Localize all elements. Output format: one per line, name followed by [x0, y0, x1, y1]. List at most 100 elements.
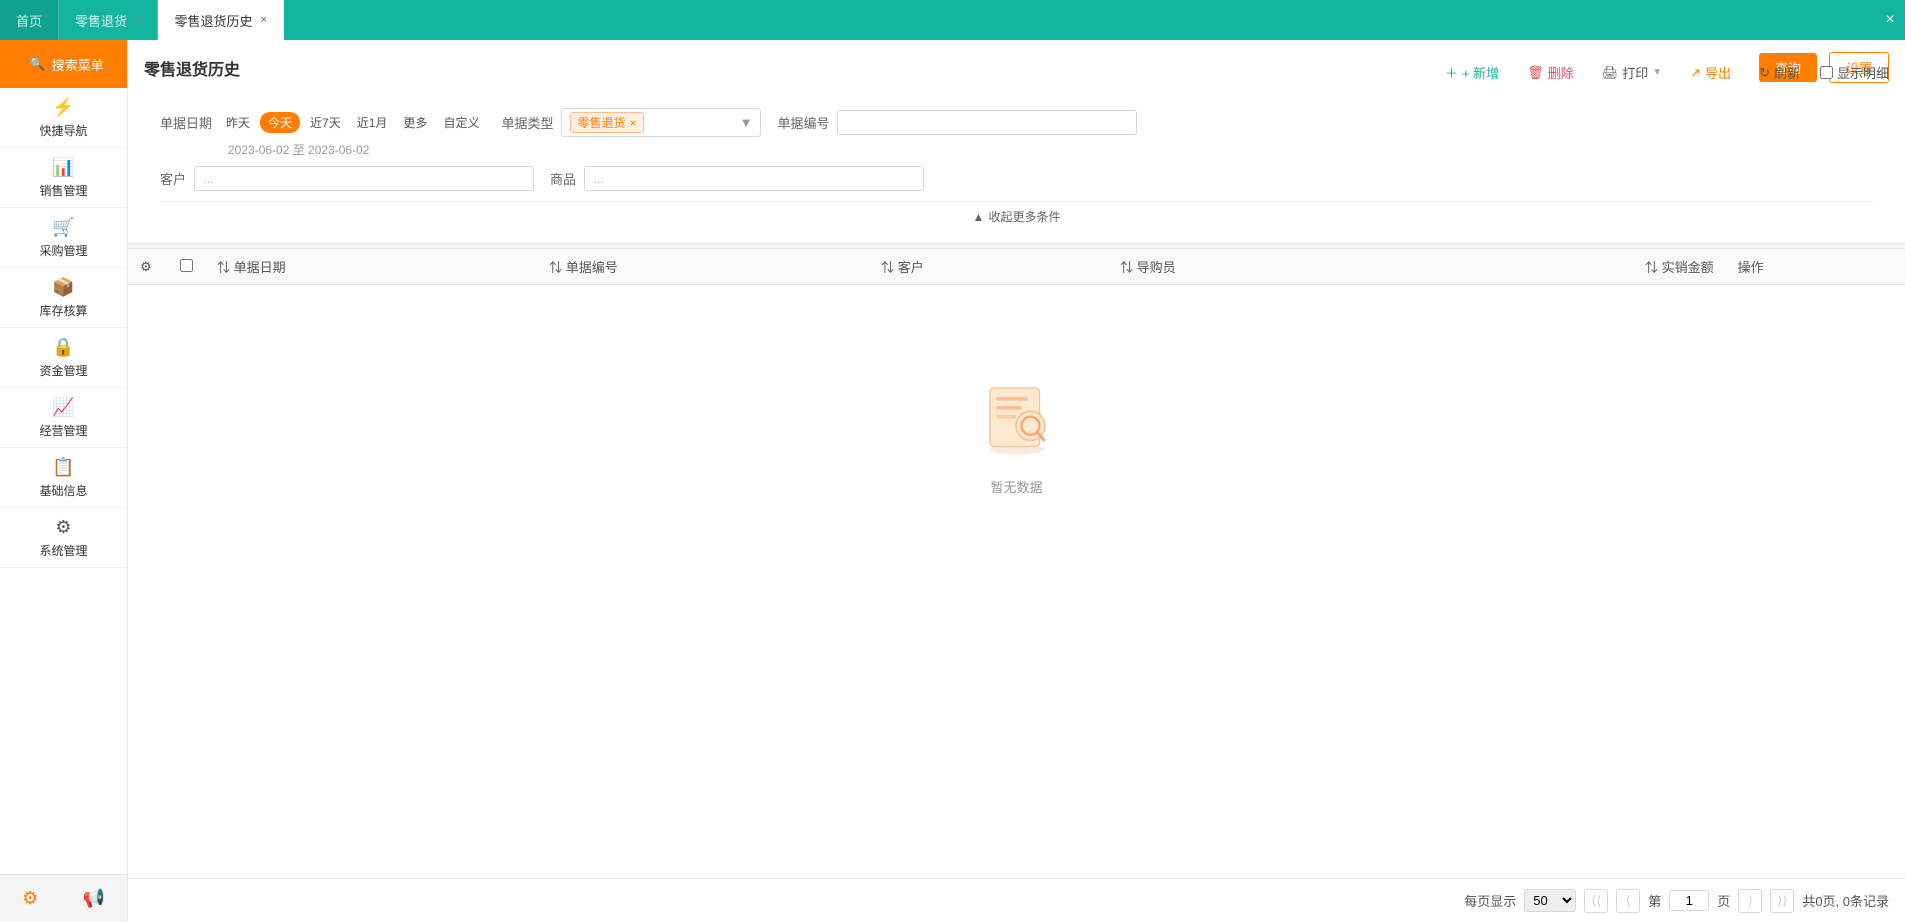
sidebar-item-quick-nav[interactable]: ⚡ 快捷导航: [0, 88, 127, 148]
show-detail-checkbox[interactable]: 显示明细: [1820, 63, 1889, 82]
sidebar-item-system-mgmt[interactable]: ⚙ 系统管理: [0, 508, 127, 568]
voucher-no-label: 单据编号: [777, 113, 829, 132]
sidebar-search[interactable]: 🔍 搜索菜单: [0, 40, 127, 88]
sidebar-search-label: 搜索菜单: [52, 55, 104, 74]
empty-cell: 暂无数据: [128, 285, 1905, 577]
voucher-type-select[interactable]: 零售退货 × ▼: [561, 108, 761, 137]
print-icon: 🖨: [1602, 65, 1619, 81]
shortcut-1month[interactable]: 近1月: [351, 112, 394, 133]
shortcut-7days[interactable]: 近7天: [304, 112, 347, 133]
filter-row-2: 客户 商品: [160, 166, 1873, 191]
th-voucher-no: ⇅ 单据编号: [537, 249, 869, 285]
sidebar-item-system-mgmt-label: 系统管理: [39, 542, 87, 559]
page-header: 零售退货历史 查询 设置 ＋ + 新增 🗑 删除: [128, 40, 1905, 244]
customer-input[interactable]: [194, 166, 534, 191]
export-icon: ↗: [1690, 65, 1701, 81]
th-settings: ⚙: [128, 249, 168, 285]
sidebar-item-sales-mgmt[interactable]: 📊 销售管理: [0, 148, 127, 208]
last-page-button[interactable]: ⟩⟩: [1770, 889, 1794, 913]
page-label: 第: [1648, 891, 1661, 910]
search-icon: 🔍: [29, 56, 45, 72]
page-input[interactable]: [1669, 890, 1709, 911]
print-dropdown-icon: ▼: [1652, 67, 1662, 78]
next-page-button[interactable]: ⟩: [1738, 889, 1762, 913]
select-all-checkbox[interactable]: [180, 259, 193, 272]
tab-retail-return-history[interactable]: 零售退货历史 ×: [158, 0, 283, 40]
settings-icon[interactable]: ⚙: [22, 888, 38, 909]
sidebar-item-quick-nav-label: 快捷导航: [39, 122, 87, 139]
action-toolbar: ＋ + 新增 🗑 删除 🖨 打印 ▼ ↗ 导出: [1437, 59, 1889, 86]
print-label: 打印: [1622, 63, 1648, 82]
date-filter-item: 单据日期 昨天 今天 近7天 近1月 更多 自定义: [160, 112, 485, 133]
print-button[interactable]: 🖨 打印 ▼: [1594, 59, 1670, 86]
operation-icon: 📈: [52, 397, 74, 418]
sidebar-item-basic-info[interactable]: 📋 基础信息: [0, 448, 127, 508]
new-label: + 新增: [1462, 63, 1499, 82]
th-customer: ⇅ 客户: [869, 249, 1108, 285]
empty-row: 暂无数据: [128, 285, 1905, 577]
tab-home[interactable]: 首页: [0, 0, 59, 40]
window-close-button[interactable]: ×: [1875, 0, 1905, 40]
tab-retail-return-label: 零售退货: [75, 11, 127, 30]
system-mgmt-icon: ⚙: [55, 517, 71, 538]
quick-nav-icon: ⚡: [52, 97, 74, 118]
finance-icon: 🔒: [52, 337, 74, 358]
shortcut-yesterday[interactable]: 昨天: [220, 112, 256, 133]
tab-retail-return-history-close[interactable]: ×: [260, 14, 266, 26]
table-body: 暂无数据: [128, 285, 1905, 577]
sidebar-item-purchase-mgmt-label: 采购管理: [39, 242, 87, 259]
pagination: 每页显示 10 20 50 100 ⟨⟨ ⟨ 第 页 ⟩ ⟩⟩ 共0页, 0条记…: [128, 878, 1905, 922]
voucher-type-tag-remove[interactable]: ×: [629, 116, 636, 130]
collapse-bar[interactable]: ▲ 收起更多条件: [160, 201, 1873, 231]
sidebar-item-sales-mgmt-label: 销售管理: [39, 182, 87, 199]
show-detail-input[interactable]: [1820, 66, 1833, 79]
goods-input[interactable]: [584, 166, 924, 191]
total-info: 共0页, 0条记录: [1802, 891, 1889, 910]
first-page-button[interactable]: ⟨⟨: [1584, 889, 1608, 913]
sidebar-item-finance[interactable]: 🔒 资金管理: [0, 328, 127, 388]
tabs-container: 首页 零售退货 × 零售退货历史 ×: [0, 0, 1875, 40]
delete-button[interactable]: 🗑 删除: [1519, 59, 1582, 86]
speaker-icon[interactable]: 📢: [82, 888, 104, 909]
export-label: 导出: [1705, 63, 1731, 82]
shortcut-custom[interactable]: 自定义: [437, 112, 485, 133]
sidebar-item-operation[interactable]: 📈 经营管理: [0, 388, 127, 448]
voucher-type-tag-text: 零售退货: [577, 114, 625, 131]
sidebar-item-inventory[interactable]: 📦 库存核算: [0, 268, 127, 328]
per-page-label: 每页显示: [1464, 891, 1516, 910]
table-settings-icon[interactable]: ⚙: [140, 259, 152, 274]
voucher-no-input[interactable]: [837, 110, 1137, 135]
refresh-button[interactable]: ↻ 刷新: [1751, 59, 1808, 86]
th-date: ⇅ 单据日期: [205, 249, 537, 285]
tab-retail-return-close[interactable]: ×: [135, 14, 141, 26]
shortcut-more[interactable]: 更多: [397, 112, 433, 133]
sales-mgmt-icon: 📊: [52, 157, 74, 178]
sidebar: 🔍 搜索菜单 ⚡ 快捷导航 📊 销售管理 🛒 采购管理 📦 库存核算 🔒 资金管…: [0, 40, 128, 922]
sidebar-item-purchase-mgmt[interactable]: 🛒 采购管理: [0, 208, 127, 268]
main-layout: 🔍 搜索菜单 ⚡ 快捷导航 📊 销售管理 🛒 采购管理 📦 库存核算 🔒 资金管…: [0, 40, 1905, 922]
collapse-label: 收起更多条件: [988, 208, 1060, 225]
goods-label: 商品: [550, 169, 576, 188]
prev-page-button[interactable]: ⟨: [1616, 889, 1640, 913]
voucher-no-filter-item: 单据编号: [777, 110, 1137, 135]
tab-retail-return[interactable]: 零售退货 ×: [59, 0, 158, 40]
export-button[interactable]: ↗ 导出: [1682, 59, 1739, 86]
tab-home-label: 首页: [16, 11, 42, 30]
voucher-type-arrow-icon: ▼: [740, 115, 753, 130]
empty-image: [967, 365, 1067, 465]
content-area: 零售退货历史 查询 设置 ＋ + 新增 🗑 删除: [128, 40, 1905, 922]
date-range-display: 2023-06-02 至 2023-06-02: [228, 141, 1873, 158]
voucher-type-label: 单据类型: [501, 113, 553, 132]
empty-svg: [972, 370, 1062, 460]
th-checkbox: [168, 249, 205, 285]
inventory-icon: 📦: [52, 277, 74, 298]
shortcut-today[interactable]: 今天: [260, 112, 300, 133]
table-wrapper: ⚙ ⇅ 单据日期 ⇅ 单据编号 ⇅ 客户: [128, 248, 1905, 878]
customer-filter-item: 客户: [160, 166, 534, 191]
new-button[interactable]: ＋ + 新增: [1437, 59, 1507, 86]
new-icon: ＋: [1445, 63, 1458, 82]
per-page-select[interactable]: 10 20 50 100: [1524, 889, 1576, 912]
empty-state: 暂无数据: [128, 285, 1905, 576]
voucher-type-filter-item: 单据类型 零售退货 × ▼: [501, 108, 761, 137]
sidebar-bottom: ⚙ 📢: [0, 874, 127, 922]
